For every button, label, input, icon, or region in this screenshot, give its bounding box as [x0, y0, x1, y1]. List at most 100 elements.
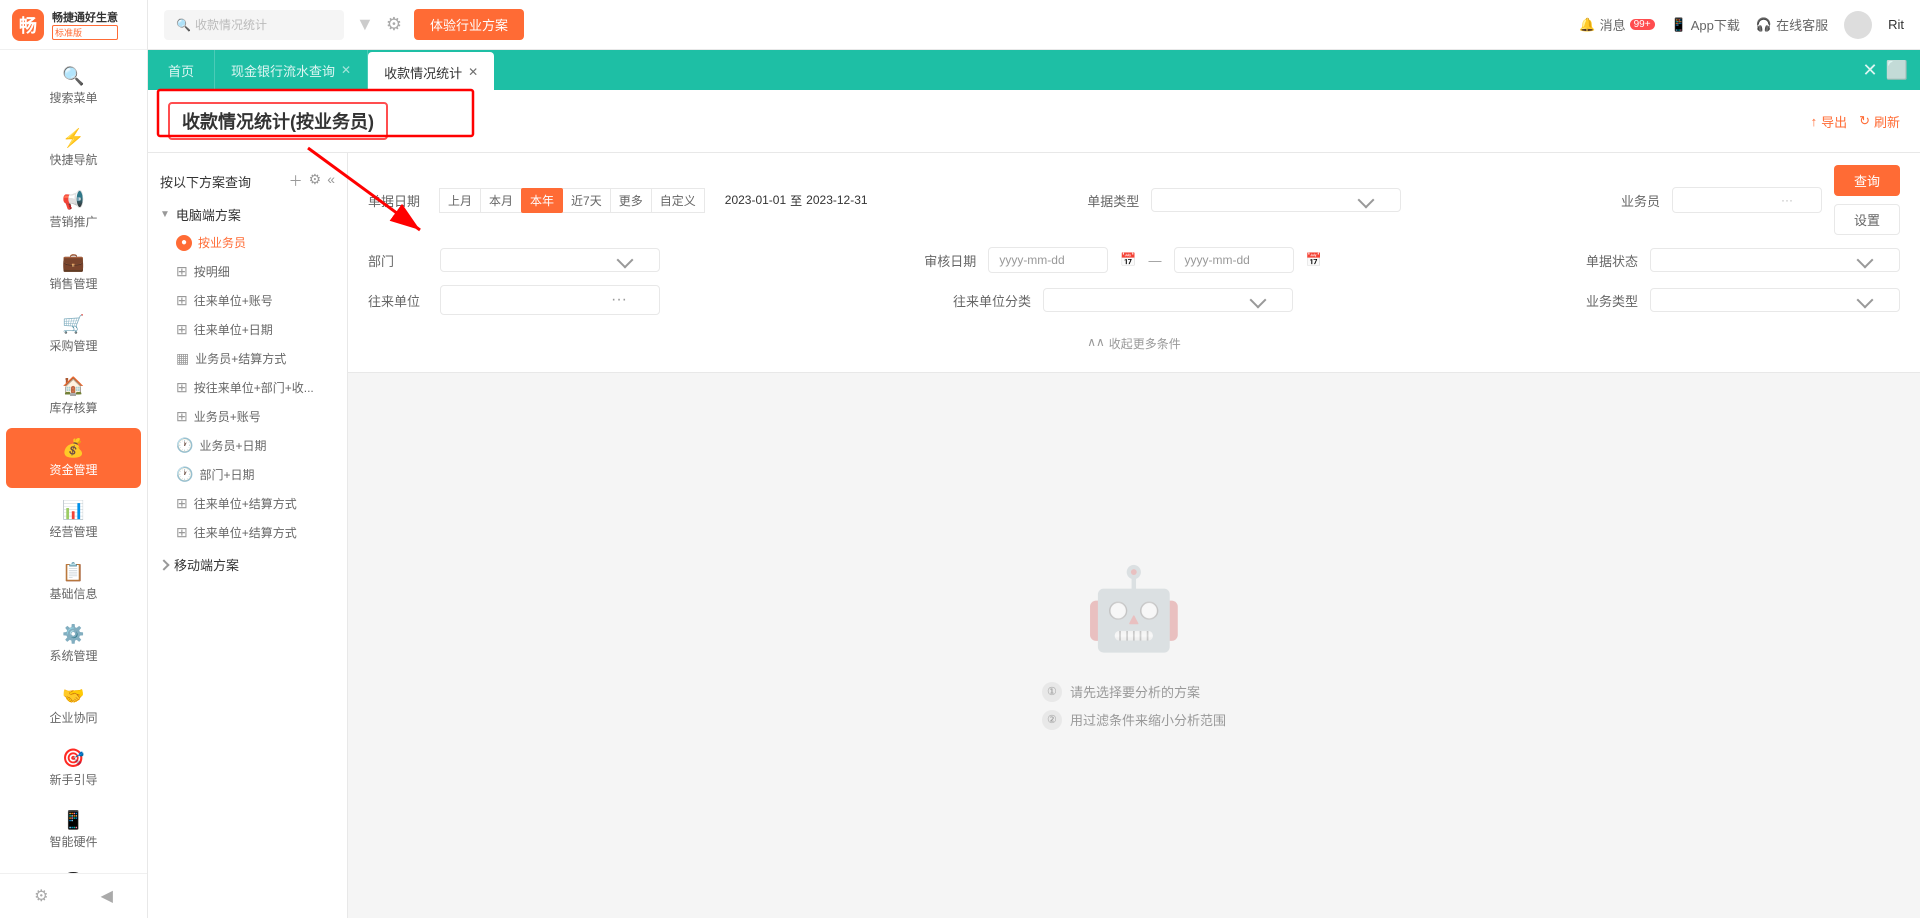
salesperson-label: 业务员	[1621, 191, 1660, 210]
user-avatar[interactable]	[1844, 11, 1872, 39]
tab-home[interactable]: 首页	[148, 50, 215, 90]
panel-section-mobile-title[interactable]: 移动端方案	[148, 551, 347, 578]
panel-item-partner-settle-2[interactable]: ⊞ 往来单位+结算方式	[148, 518, 347, 547]
filter-row-3: 往来单位 ··· 往来单位分类 业务类型	[368, 285, 1900, 315]
logo-text: 畅捷通好生意 标准版	[52, 9, 118, 40]
partner-category-select[interactable]	[1043, 288, 1293, 312]
doc-type-select[interactable]	[1151, 188, 1401, 212]
sidebar-item-operation[interactable]: 📊 经营管理	[6, 490, 141, 550]
window-resize-icon[interactable]: ⬜	[1886, 60, 1908, 81]
date-tab-more[interactable]: 更多	[610, 188, 652, 213]
sidebar-collapse-btn[interactable]: ◀	[97, 882, 117, 910]
online-service-btn[interactable]: 🎧 在线客服	[1756, 15, 1828, 34]
panel-item-partner-dept[interactable]: ⊞ 按往来单位+部门+收...	[148, 373, 347, 402]
sidebar-item-basic[interactable]: 📋 基础信息	[6, 552, 141, 612]
sidebar-item-inventory[interactable]: 🏠 库存核算	[6, 366, 141, 426]
panel-item-dept-date[interactable]: 🕐 部门+日期	[148, 460, 347, 489]
tab-receipt-stat-close[interactable]: ✕	[468, 65, 478, 79]
topbar-actions: 🔔 消息 99+ 📱 App下载 🎧 在线客服 Rit	[1579, 11, 1904, 39]
empty-step-2: ② 用过滤条件来缩小分析范围	[1042, 710, 1226, 730]
panel-item-partner-settle-1[interactable]: ⊞ 往来单位+结算方式	[148, 489, 347, 518]
sidebar-label-quick-nav: 快捷导航	[49, 151, 97, 168]
panel-settings-btn[interactable]: ⚙	[309, 171, 322, 191]
sidebar-item-guide[interactable]: 🎯 新手引导	[6, 738, 141, 798]
tab-bank-flow[interactable]: 现金银行流水查询 ✕	[215, 50, 368, 90]
panel-item-partner-date[interactable]: ⊞ 往来单位+日期	[148, 315, 347, 344]
collapse-up-icon: ∧∧	[1087, 335, 1105, 352]
doc-status-select[interactable]	[1650, 248, 1900, 272]
review-date-start-input[interactable]: yyyy-mm-dd	[988, 247, 1108, 273]
date-tabs: 上月 本月 本年 近7天 更多 自定义	[440, 188, 705, 213]
sidebar-item-hardware[interactable]: 📱 智能硬件	[6, 800, 141, 860]
sidebar-item-finance[interactable]: 💰 资金管理	[6, 428, 141, 488]
salesperson-select[interactable]: ···	[1672, 187, 1822, 213]
refresh-label: 刷新	[1874, 112, 1900, 131]
panel-item-label-2: 往来单位+账号	[194, 292, 273, 309]
partner-select[interactable]: ···	[440, 285, 660, 315]
dept-select[interactable]	[440, 248, 660, 272]
right-panel: 单据日期 上月 本月 本年 近7天 更多 自定义 2023-01-01 至	[348, 153, 1920, 918]
panel-item-salesperson-account[interactable]: ⊞ 业务员+账号	[148, 402, 347, 431]
topbar-gear-icon[interactable]: ⚙	[386, 14, 402, 35]
query-button[interactable]: 查询	[1834, 165, 1900, 196]
sidebar-item-sales[interactable]: 💼 销售管理	[6, 242, 141, 302]
sidebar-bottom: ⚙ ◀	[0, 873, 147, 918]
left-panel: 按以下方案查询 ＋ ⚙ « ▼ 电脑端方案 ● 按业务员	[148, 153, 348, 918]
collapse-row[interactable]: ∧∧ 收起更多条件	[368, 327, 1900, 360]
tab-bank-flow-close[interactable]: ✕	[341, 63, 351, 77]
panel-section-desktop-title[interactable]: ▼ 电脑端方案	[148, 201, 347, 228]
sidebar-item-enterprise[interactable]: 🤝 企业协同	[6, 676, 141, 736]
panel-collapse-btn[interactable]: «	[327, 171, 335, 191]
quick-nav-icon: ⚡	[62, 128, 84, 149]
trial-button[interactable]: 体验行业方案	[414, 9, 524, 40]
date-tab-last-month[interactable]: 上月	[439, 188, 481, 213]
sidebar-item-system[interactable]: ⚙️ 系统管理	[6, 614, 141, 674]
refresh-btn[interactable]: ↻ 刷新	[1859, 112, 1900, 131]
calendar-end-icon[interactable]: 📅	[1306, 252, 1322, 268]
panel-header: 按以下方案查询 ＋ ⚙ «	[148, 165, 347, 197]
date-tab-this-year[interactable]: 本年	[521, 188, 563, 213]
online-service-label: 在线客服	[1776, 15, 1828, 34]
panel-item-by-detail[interactable]: ⊞ 按明细	[148, 257, 347, 286]
panel-item-by-salesperson[interactable]: ● 按业务员	[148, 228, 347, 257]
panel-item-salesperson-settle[interactable]: ▦ 业务员+结算方式	[148, 344, 347, 373]
sidebar-label-operation: 经营管理	[49, 523, 97, 540]
review-date-end-input[interactable]: yyyy-mm-dd	[1174, 247, 1294, 273]
date-start: 2023-01-01	[725, 193, 786, 207]
mobile-section-arrow-icon	[158, 559, 169, 570]
partner-cat-chevron-icon	[1250, 292, 1267, 309]
date-tab-custom[interactable]: 自定义	[651, 188, 705, 213]
business-type-select[interactable]	[1650, 288, 1900, 312]
grid-icon-3: ⊞	[176, 321, 188, 338]
sidebar-settings-btn[interactable]: ⚙	[30, 882, 52, 910]
sidebar-item-quick-nav[interactable]: ⚡ 快捷导航	[6, 118, 141, 178]
panel-item-partner-account[interactable]: ⊞ 往来单位+账号	[148, 286, 347, 315]
tab-receipt-stat[interactable]: 收款情况统计 ✕	[368, 52, 494, 92]
panel-add-btn[interactable]: ＋	[289, 171, 303, 191]
topbar-search[interactable]: 🔍 收款情况统计	[164, 10, 344, 40]
sidebar-item-wechat[interactable]: 💬 企业微信	[6, 862, 141, 873]
doc-status-chevron-icon	[1857, 252, 1874, 269]
topbar-dropdown-icon[interactable]: ▼	[356, 14, 374, 35]
bar-icon-4: ▦	[176, 350, 189, 367]
collapse-label: 收起更多条件	[1109, 335, 1181, 352]
date-tab-this-month[interactable]: 本月	[480, 188, 522, 213]
user-name: Rit	[1888, 17, 1904, 32]
calendar-start-icon[interactable]: 📅	[1120, 252, 1136, 268]
partner-category-label: 往来单位分类	[953, 291, 1031, 310]
sidebar-item-marketing[interactable]: 📢 营销推广	[6, 180, 141, 240]
section-title-mobile: 移动端方案	[174, 555, 239, 574]
sales-icon: 💼	[62, 252, 84, 273]
export-btn[interactable]: ↑ 导出	[1811, 112, 1848, 131]
messages-btn[interactable]: 🔔 消息 99+	[1579, 15, 1654, 34]
sidebar-label-basic: 基础信息	[49, 585, 97, 602]
date-tab-7days[interactable]: 近7天	[562, 188, 611, 213]
settings-button[interactable]: 设置	[1834, 204, 1900, 235]
main-area: 🔍 收款情况统计 ▼ ⚙ 体验行业方案 🔔 消息 99+ 📱 App下载 🎧 在…	[148, 0, 1920, 918]
sidebar-item-search[interactable]: 🔍 搜索菜单	[6, 56, 141, 116]
panel-item-salesperson-date[interactable]: 🕐 业务员+日期	[148, 431, 347, 460]
partner-dots-icon[interactable]: ···	[607, 291, 631, 309]
window-close-icon[interactable]: ✕	[1862, 60, 1877, 81]
sidebar-item-purchase[interactable]: 🛒 采购管理	[6, 304, 141, 364]
app-download-btn[interactable]: 📱 App下载	[1671, 15, 1740, 34]
